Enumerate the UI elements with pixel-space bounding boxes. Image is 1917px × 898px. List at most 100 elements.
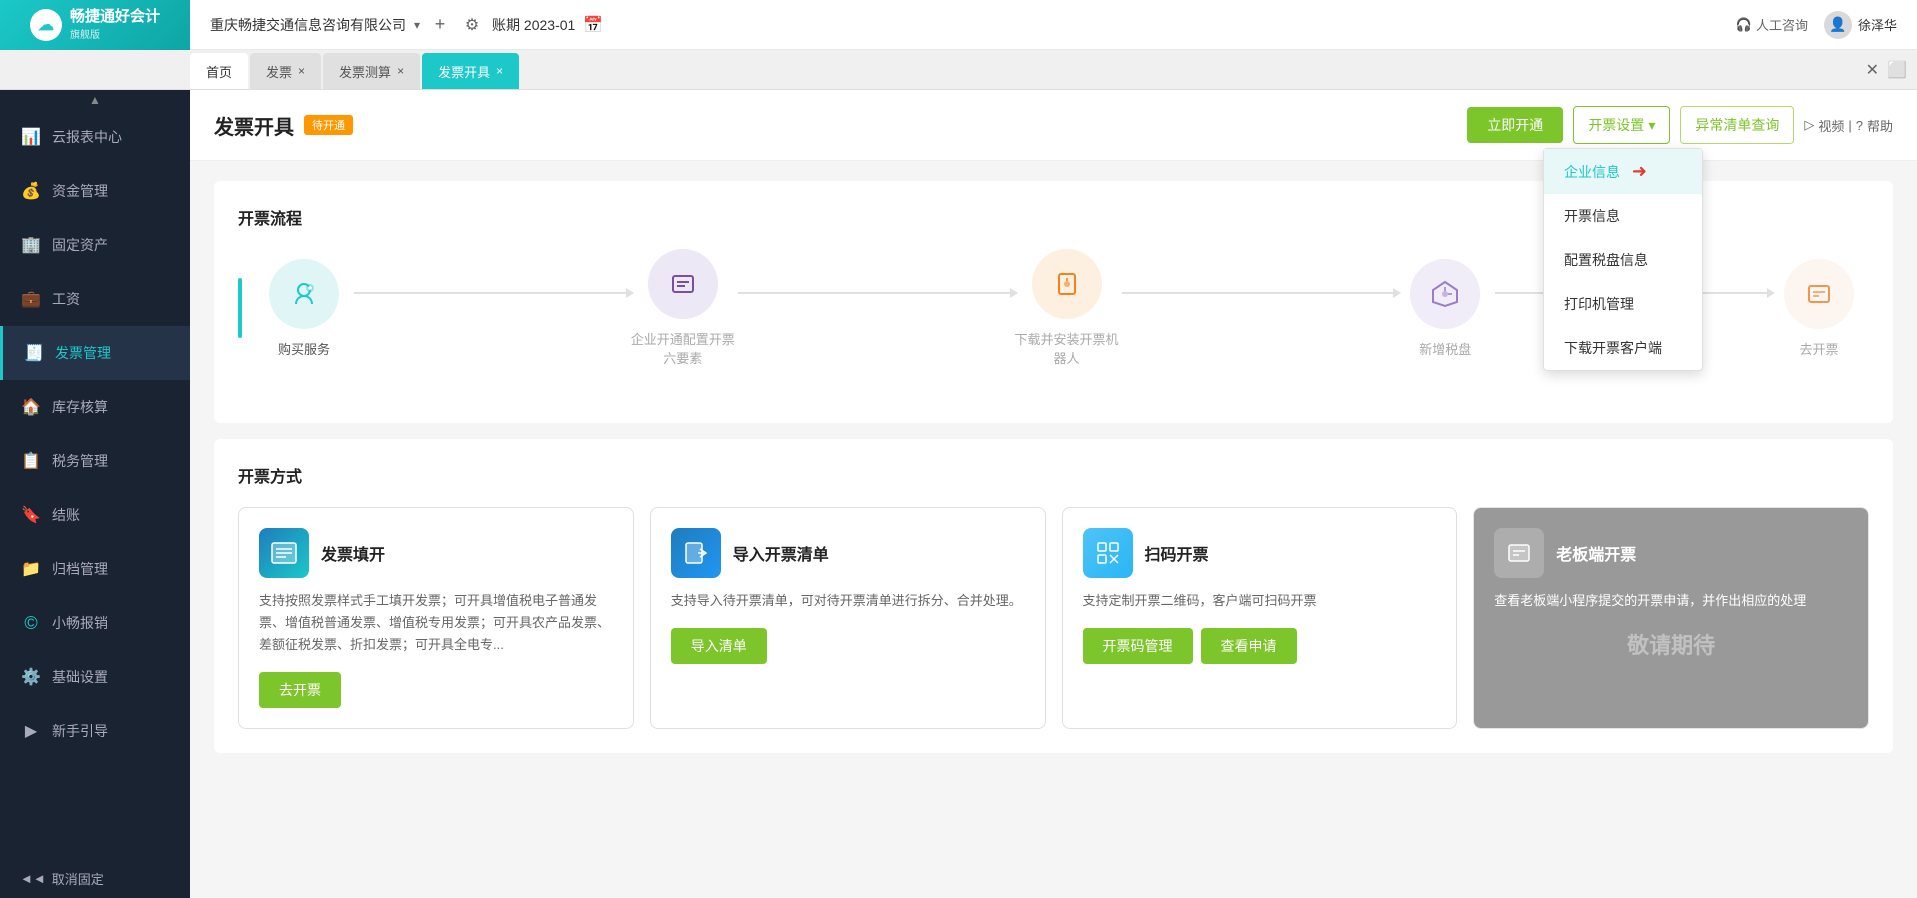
method-scan-apply-button[interactable]: 查看申请 [1201,628,1297,664]
tab-invoice-issue-label: 发票开具 [438,62,490,81]
process-icon-3 [1032,249,1102,319]
dropdown-item-invoice-info[interactable]: 开票信息 [1544,194,1702,238]
method-scan-title: 扫码开票 [1145,541,1209,565]
method-boss-icon [1494,528,1544,578]
dropdown-item-download-client[interactable]: 下载开票客户端 [1544,326,1702,370]
dropdown-item-tax-disk[interactable]: 配置税盘信息 [1544,238,1702,282]
method-card-fill: 发票填开 支持按照发票样式手工填开发票；可开具增值税电子普通发票、增值税普通发票… [238,507,634,729]
page-header: 发票开具 待开通 立即开通 开票设置 ▾ 异常清单查询 ▷ 视频 | ? 帮助 [190,90,1917,161]
accounting-icon: 🔖 [20,504,42,526]
process-step-3: 下载并安装开票机器人 [1012,249,1122,367]
page-title: 发票开具 [214,111,294,140]
process-label-1: 购买服务 [278,339,330,358]
tab-invoice-calc-close[interactable]: × [397,64,404,78]
sidebar-item-salary[interactable]: 💼 工资 [0,272,190,326]
company-area: 重庆畅捷交通信息咨询有限公司 ▾ + ⚙ 账期 2023-01 📅 [190,13,1736,37]
company-name[interactable]: 重庆畅捷交通信息咨询有限公司 [210,15,406,35]
sidebar-cancel-label: 取消固定 [52,869,104,888]
tab-invoice-label: 发票 [266,62,292,81]
method-scan-header: 扫码开票 [1083,528,1437,578]
help-area: ▷ 视频 | ? 帮助 [1804,116,1893,135]
sidebar-item-tax-mgmt[interactable]: 📋 税务管理 [0,434,190,488]
activate-button[interactable]: 立即开通 [1467,107,1563,143]
logo-area: ☁ 畅捷通好会计 旗舰版 [0,0,190,50]
cancel-pin-icon: ◄◄ [20,871,46,886]
method-fill-header: 发票填开 [259,528,613,578]
dropdown-printer-label: 打印机管理 [1564,296,1634,312]
header-right: 🎧 人工咨询 👤 徐泽华 [1736,11,1917,39]
method-boss-desc: 查看老板端小程序提交的开票申请，并作出相应的处理 [1494,590,1848,612]
process-step-2: 企业开通配置开票六要素 [628,249,738,367]
content-area: 发票开具 待开通 立即开通 开票设置 ▾ 异常清单查询 ▷ 视频 | ? 帮助 [190,90,1917,898]
add-company-button[interactable]: + [428,13,452,37]
tab-invoice-issue[interactable]: 发票开具 × [422,53,519,89]
method-fill-desc: 支持按照发票样式手工填开发票；可开具增值税电子普通发票、增值税普通发票、增值税专… [259,590,613,656]
method-import-button[interactable]: 导入清单 [671,628,767,664]
question-icon: ? [1856,118,1863,133]
company-dropdown-icon[interactable]: ▾ [414,18,420,32]
support-button[interactable]: 🎧 人工咨询 [1736,15,1808,34]
calendar-icon[interactable]: 📅 [583,15,603,35]
settings-button-label: 开票设置 [1588,115,1644,135]
maximize-window-button[interactable]: ⬜ [1887,60,1907,80]
dropdown-download-client-label: 下载开票客户端 [1564,340,1662,356]
method-boss-title: 老板端开票 [1556,541,1636,565]
tab-home-label: 首页 [206,62,232,81]
company-settings-button[interactable]: ⚙ [460,13,484,37]
tab-invoice-issue-close[interactable]: × [496,64,503,78]
video-label[interactable]: 视频 [1818,116,1844,135]
tab-invoice-close[interactable]: × [298,64,305,78]
play-icon: ▷ [1804,117,1814,133]
dropdown-company-info-label: 企业信息 [1564,164,1620,180]
method-import-title: 导入开票清单 [733,541,829,565]
sidebar-item-fixed-assets[interactable]: 🏢 固定资产 [0,218,190,272]
abnormal-list-button[interactable]: 异常清单查询 [1680,106,1794,144]
process-line-2 [738,292,1012,294]
logo-text: 畅捷通好会计 [70,8,160,26]
sidebar-item-inventory[interactable]: 🏠 库存核算 [0,380,190,434]
close-window-button[interactable]: ✕ [1866,60,1879,80]
tab-invoice[interactable]: 发票 × [250,53,321,89]
process-bar [238,278,242,338]
status-badge: 待开通 [304,115,353,135]
sidebar-item-cloud-report[interactable]: 📊 云报表中心 [0,110,190,164]
logo-icon: ☁ [30,9,62,41]
sidebar-item-basic-settings[interactable]: ⚙️ 基础设置 [0,650,190,704]
dropdown-item-company-info[interactable]: 企业信息 ➜ [1544,149,1702,194]
help-label[interactable]: 帮助 [1867,116,1893,135]
tab-invoice-calc[interactable]: 发票测算 × [323,53,420,89]
process-label-2: 企业开通配置开票六要素 [628,329,738,367]
method-fill-button[interactable]: 去开票 [259,672,341,708]
main-layout: ▲ 📊 云报表中心 💰 资金管理 🏢 固定资产 💼 工资 🧾 发票管理 🏠 库存… [0,90,1917,898]
logo-text-block: 畅捷通好会计 旗舰版 [70,8,160,41]
sidebar-item-invoice-mgmt[interactable]: 🧾 发票管理 [0,326,190,380]
method-scan-buttons: 开票码管理 查看申请 [1083,628,1437,664]
settings-button[interactable]: 开票设置 ▾ [1573,106,1670,144]
sidebar-item-fund-mgmt[interactable]: 💰 资金管理 [0,164,190,218]
user-area[interactable]: 👤 徐泽华 [1824,11,1897,39]
sidebar-item-report-sales[interactable]: © 小畅报销 [0,596,190,650]
dropdown-item-printer[interactable]: 打印机管理 [1544,282,1702,326]
sidebar-cancel-button[interactable]: ◄◄ 取消固定 [0,858,190,898]
dropdown-invoice-info-label: 开票信息 [1564,208,1620,224]
sidebar-item-accounting[interactable]: 🔖 结账 [0,488,190,542]
method-card-scan: 扫码开票 支持定制开票二维码，客户端可扫码开票 开票码管理 查看申请 [1062,507,1458,729]
method-scan-desc: 支持定制开票二维码，客户端可扫码开票 [1083,590,1437,612]
sidebar-item-basic-settings-label: 基础设置 [52,667,108,687]
help-divider: | [1848,118,1851,133]
invoice-methods: 发票填开 支持按照发票样式手工填开发票；可开具增值税电子普通发票、增值税普通发票… [238,507,1869,729]
process-label-3: 下载并安装开票机器人 [1012,329,1122,367]
process-label-4: 新增税盘 [1419,339,1471,358]
process-label-5: 去开票 [1799,339,1838,358]
process-icon-4 [1410,259,1480,329]
sidebar-item-archive[interactable]: 📁 归档管理 [0,542,190,596]
method-fill-title: 发票填开 [321,541,385,565]
dropdown-tax-disk-label: 配置税盘信息 [1564,252,1648,268]
tab-home[interactable]: 首页 [190,53,248,89]
sidebar-item-tax-mgmt-label: 税务管理 [52,451,108,471]
salary-icon: 💼 [20,288,42,310]
sidebar-item-new-guide[interactable]: ▶ 新手引导 [0,704,190,758]
method-scan-qr-button[interactable]: 开票码管理 [1083,628,1193,664]
sidebar-scroll-up[interactable]: ▲ [0,90,190,110]
sidebar-bottom: ◄◄ 取消固定 [0,858,190,898]
